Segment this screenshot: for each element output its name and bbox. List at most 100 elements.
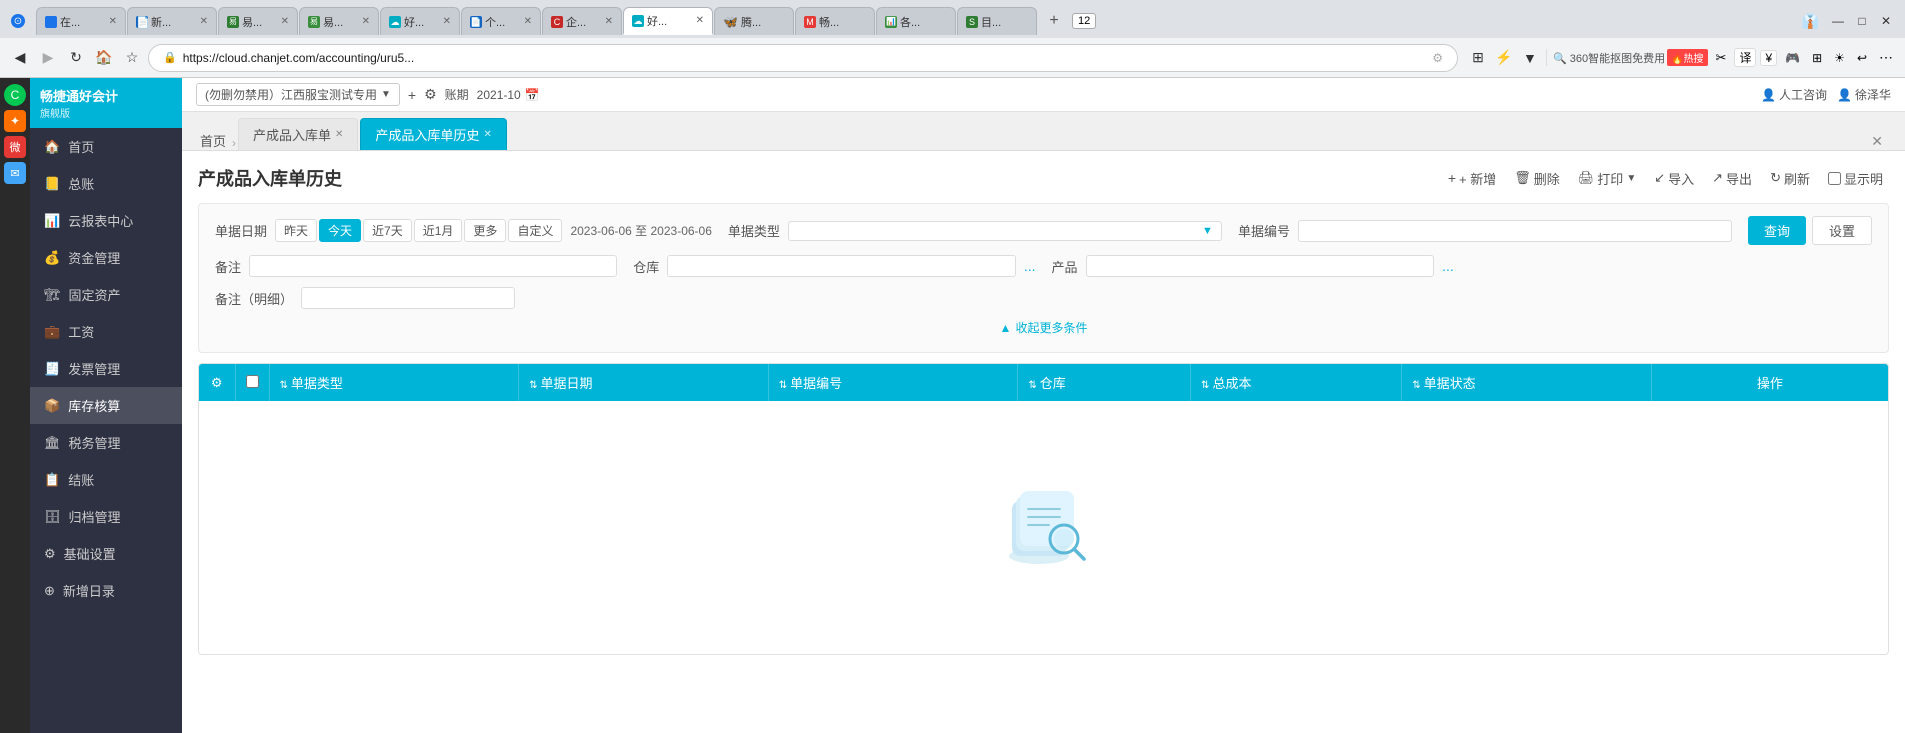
sidebar-item-fund[interactable]: 💰 资金管理 xyxy=(30,239,182,276)
tab-10[interactable]: M 畅... xyxy=(795,7,875,35)
select-all-checkbox[interactable] xyxy=(246,375,259,388)
product-dots-button[interactable]: ... xyxy=(1442,258,1454,274)
forward-button[interactable]: ▶ xyxy=(36,46,60,70)
app-icon-2[interactable]: ✦ xyxy=(4,110,26,132)
hot-search-label[interactable]: 🔥热搜 xyxy=(1667,49,1707,66)
yuan-toolbar[interactable]: ¥ xyxy=(1760,50,1777,66)
home-button[interactable]: 🏠 xyxy=(92,46,116,70)
note-detail-input[interactable] xyxy=(301,287,515,309)
export-button[interactable]: ↗ 导出 xyxy=(1706,166,1758,191)
col-warehouse[interactable]: ⇅仓库 xyxy=(1018,364,1191,401)
dropdown-button[interactable]: ▼ xyxy=(1518,46,1542,70)
query-button[interactable]: 查询 xyxy=(1748,216,1806,245)
col-total-cost[interactable]: ⇅总成本 xyxy=(1191,364,1402,401)
tab-6-close[interactable]: ✕ xyxy=(524,16,532,27)
col-doc-no[interactable]: ⇅单据编号 xyxy=(768,364,1018,401)
close-button[interactable]: ✕ xyxy=(1875,10,1897,32)
add-button[interactable]: + + 新增 xyxy=(1442,166,1502,191)
url-bar[interactable]: 🔒 https://cloud.chanjet.com/accounting/u… xyxy=(148,44,1458,72)
more-toolbar[interactable]: ⋯ xyxy=(1875,49,1897,66)
date-btn-custom[interactable]: 自定义 xyxy=(508,219,562,242)
bookmark-button[interactable]: ☆ xyxy=(120,46,144,70)
col-checkbox[interactable] xyxy=(235,364,269,401)
settings-icon[interactable]: ⚙ xyxy=(424,86,437,103)
tab-counter[interactable]: 12 xyxy=(1072,13,1096,29)
tab-1[interactable]: 在... ✕ xyxy=(36,7,126,35)
tab-11[interactable]: 📊 各... xyxy=(876,7,956,35)
sidebar-item-ledger[interactable]: 📒 总账 xyxy=(30,165,182,202)
sun-toolbar[interactable]: ☀ xyxy=(1830,51,1849,65)
page-tab-2-active[interactable]: 产成品入库单历史 ✕ xyxy=(360,118,506,150)
sidebar-item-newrec[interactable]: ⊕ 新增日录 xyxy=(30,572,182,609)
sidebar-item-close[interactable]: 📋 结账 xyxy=(30,461,182,498)
company-selector[interactable]: (勿删勿禁用）江西服宝测试专用 ▼ xyxy=(196,83,400,106)
sidebar-item-invoice[interactable]: 🧾 发票管理 xyxy=(30,350,182,387)
tab-3[interactable]: 易 易... ✕ xyxy=(218,7,298,35)
tab-9[interactable]: 🦋 腾... xyxy=(714,7,794,35)
display-checkbox[interactable]: 显示明 xyxy=(1822,166,1889,191)
lightning-icon[interactable]: ⚡ xyxy=(1492,46,1516,70)
undo-toolbar[interactable]: ↩ xyxy=(1853,51,1871,65)
page-tab-2-close[interactable]: ✕ xyxy=(483,129,491,140)
date-btn-7days[interactable]: 近7天 xyxy=(363,219,412,242)
date-btn-1month[interactable]: 近1月 xyxy=(414,219,463,242)
maximize-button[interactable]: □ xyxy=(1851,10,1873,32)
tab-4[interactable]: 易 易... ✕ xyxy=(299,7,379,35)
import-button[interactable]: ↙ 导入 xyxy=(1648,166,1700,191)
sidebar-item-archive[interactable]: 🗄 归档管理 xyxy=(30,498,182,535)
translate-toolbar[interactable]: 译 xyxy=(1734,48,1756,67)
warehouse-dots-button[interactable]: ... xyxy=(1024,258,1036,274)
scissors-toolbar[interactable]: ✂ xyxy=(1712,50,1731,66)
print-button[interactable]: 🖨 打印 ▼ xyxy=(1572,166,1642,191)
avatar[interactable]: 👤 徐泽华 xyxy=(1837,86,1891,103)
tab-7[interactable]: C 企... ✕ xyxy=(542,7,622,35)
note-input[interactable] xyxy=(249,255,617,277)
product-input[interactable] xyxy=(1086,255,1435,277)
app-icon-1[interactable]: C xyxy=(4,84,26,106)
date-btn-yesterday[interactable]: 昨天 xyxy=(275,219,317,242)
sidebar-item-inventory[interactable]: 📦 库存核算 xyxy=(30,387,182,424)
tab-6[interactable]: 📄 个... ✕ xyxy=(461,7,541,35)
settings-button[interactable]: 设置 xyxy=(1812,216,1872,245)
tab-3-close[interactable]: ✕ xyxy=(281,16,289,27)
col-doc-date[interactable]: ⇅单据日期 xyxy=(519,364,769,401)
period-value[interactable]: 2021-10 📅 xyxy=(477,88,540,102)
refresh-button[interactable]: ↻ 刷新 xyxy=(1764,166,1816,191)
col-gear[interactable]: ⚙ xyxy=(199,364,235,401)
add-company-button[interactable]: + xyxy=(408,87,416,103)
minimize-button[interactable]: — xyxy=(1827,10,1849,32)
tab-7-close[interactable]: ✕ xyxy=(605,16,613,27)
sidebar-item-report[interactable]: 📊 云报表中心 xyxy=(30,202,182,239)
breadcrumb-home[interactable]: 首页 xyxy=(196,131,230,150)
tab-8-close[interactable]: ✕ xyxy=(696,15,704,26)
tab-2-close[interactable]: ✕ xyxy=(200,16,208,27)
warehouse-input[interactable] xyxy=(667,255,1016,277)
doc-no-input[interactable] xyxy=(1298,220,1732,242)
sidebar-item-salary[interactable]: 💼 工资 xyxy=(30,313,182,350)
tab-2[interactable]: 📄 新... ✕ xyxy=(127,7,217,35)
sidebar-item-fixed[interactable]: 🏗 固定资产 xyxy=(30,276,182,313)
back-button[interactable]: ◀ xyxy=(8,46,32,70)
game-toolbar[interactable]: 🎮 xyxy=(1781,51,1804,65)
date-btn-more[interactable]: 更多 xyxy=(464,219,506,242)
page-tab-1-close[interactable]: ✕ xyxy=(335,129,343,140)
sidebar-item-tax[interactable]: 🏛 税务管理 xyxy=(30,424,182,461)
col-doc-type[interactable]: ⇅单据类型 xyxy=(269,364,519,401)
extensions-icon[interactable]: ⊞ xyxy=(1466,46,1490,70)
human-consult-button[interactable]: 👤 人工咨询 xyxy=(1761,86,1827,103)
tab-5[interactable]: ☁ 好... ✕ xyxy=(380,7,460,35)
tab-8-active[interactable]: ☁ 好... ✕ xyxy=(623,7,713,35)
new-tab-button[interactable]: + xyxy=(1040,7,1068,35)
col-doc-status[interactable]: ⇅单据状态 xyxy=(1402,364,1652,401)
sidebar-item-home[interactable]: 🏠 首页 xyxy=(30,128,182,165)
grid-toolbar[interactable]: ⊞ xyxy=(1808,51,1826,65)
refresh-button[interactable]: ↻ xyxy=(64,46,88,70)
delete-button[interactable]: 🗑 删除 xyxy=(1508,166,1566,191)
shirt-icon[interactable]: 👔 xyxy=(1796,11,1825,32)
tab-1-close[interactable]: ✕ xyxy=(109,16,117,27)
page-close-button[interactable]: ✕ xyxy=(1863,133,1891,150)
doc-type-select[interactable]: ▼ xyxy=(788,221,1222,241)
sidebar-item-basic[interactable]: ⚙ 基础设置 xyxy=(30,535,182,572)
tab-5-close[interactable]: ✕ xyxy=(443,16,451,27)
app-icon-3[interactable]: 微 xyxy=(4,136,26,158)
